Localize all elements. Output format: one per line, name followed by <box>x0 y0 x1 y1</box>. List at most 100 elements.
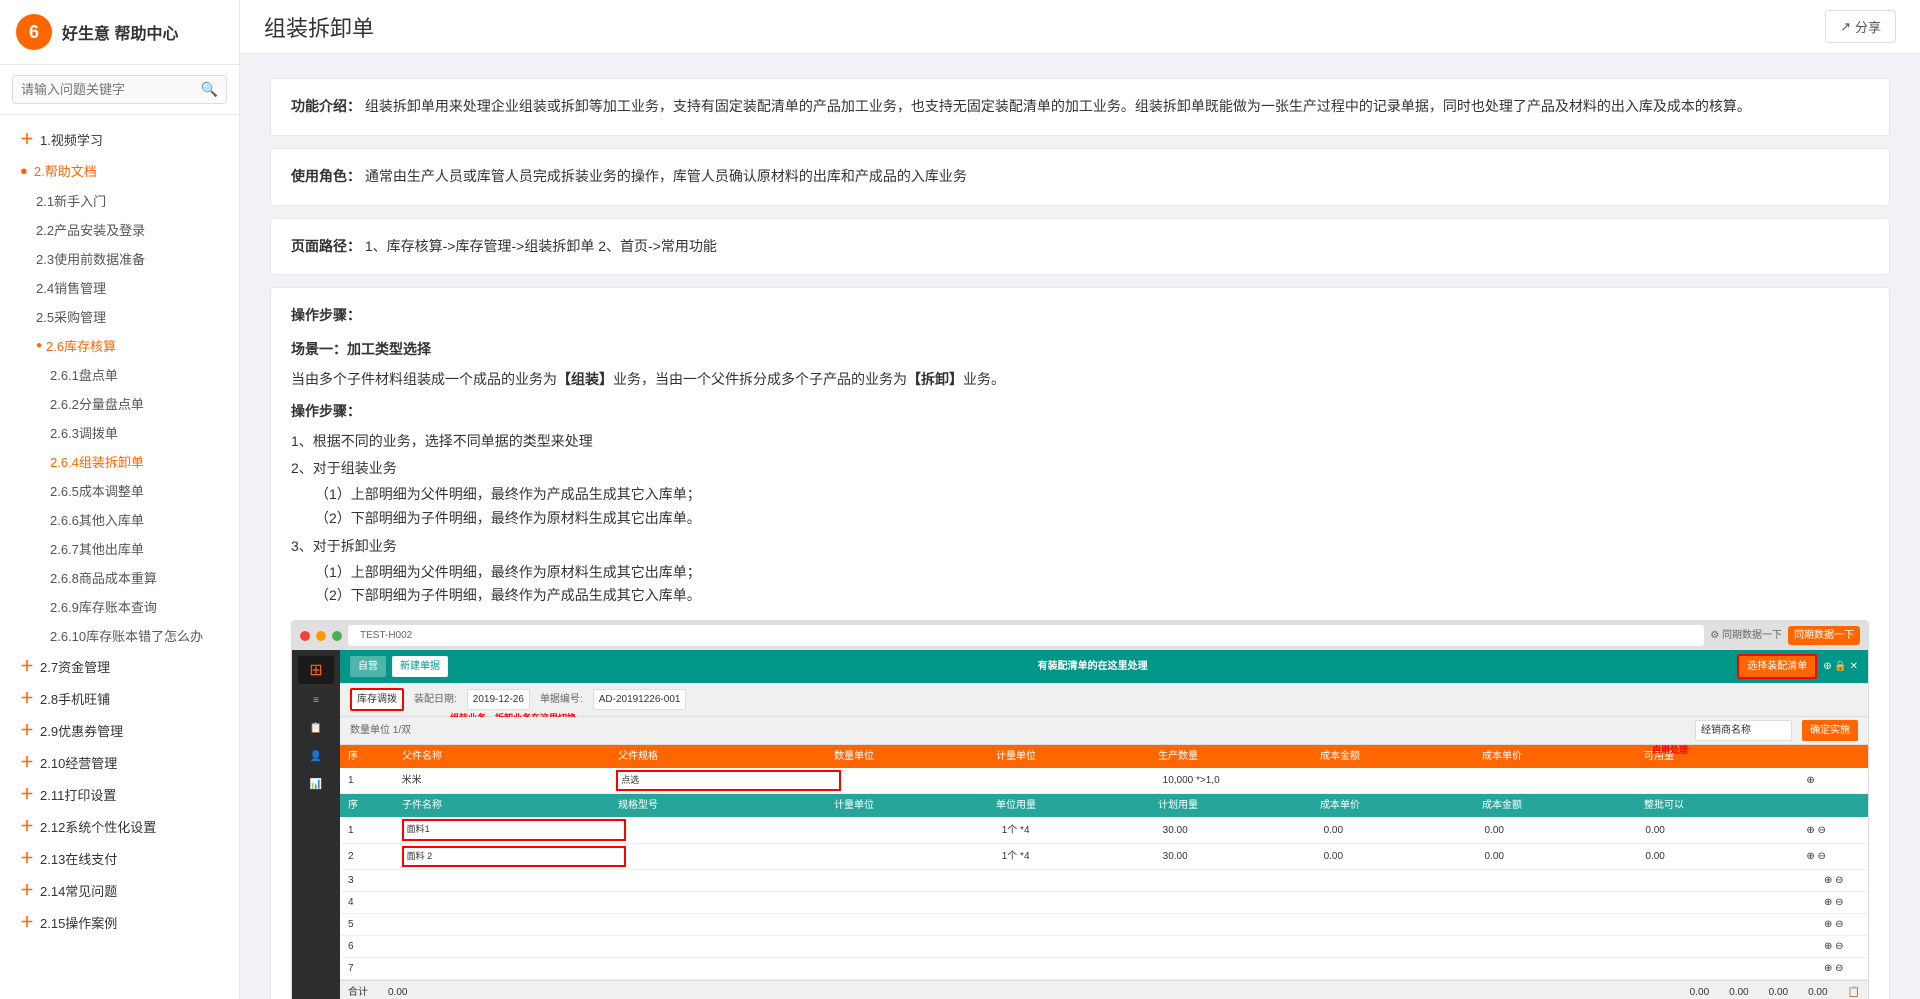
sidebar-item-transfer[interactable]: 2.6.3调拨单 <box>0 418 239 447</box>
sidebar-item-sales[interactable]: 2.4销售管理 <box>0 273 239 302</box>
ss-sync-btn[interactable]: 同期数据一下 <box>1788 626 1860 645</box>
step1: 1、根据不同的业务，选择不同单据的类型来处理 <box>291 430 1869 454</box>
step3: 3、对于拆卸业务 <box>291 535 1869 559</box>
sidebar-item-assembly[interactable]: 2.6.4组装拆卸单 <box>0 447 239 476</box>
role-label: 使用角色： <box>291 168 361 184</box>
sidebar-item-stock[interactable]: ● 2.6库存核算 <box>0 331 239 360</box>
logo-text: 好生意 帮助中心 <box>62 20 178 44</box>
expand-icon: ＋ <box>20 848 34 868</box>
sidebar-item-faq[interactable]: ＋ 2.14常见问题 <box>0 874 239 906</box>
sidebar-item-system[interactable]: ＋ 2.12系统个性化设置 <box>0 810 239 842</box>
sidebar-item-coupon[interactable]: ＋ 2.9优惠券管理 <box>0 714 239 746</box>
sidebar-item-label: 2.9优惠券管理 <box>40 721 123 740</box>
ss-annotation-processing: 启用处理 <box>1652 743 1688 758</box>
ss-nav-item3: 👤 <box>298 744 334 768</box>
sidebar-item-label: 2.14常见问题 <box>40 881 117 900</box>
page-title: 组装拆卸单 <box>264 11 374 43</box>
ss-table2-row6: 6 ⊕ ⊖ <box>340 936 1868 958</box>
path-label: 页面路径： <box>291 238 361 254</box>
sidebar-item-cost-recalc[interactable]: 2.6.8商品成本重算 <box>0 563 239 592</box>
sidebar-item-install[interactable]: 2.2产品安装及登录 <box>0 215 239 244</box>
sidebar-item-split-inventory[interactable]: 2.6.2分量盘点单 <box>0 389 239 418</box>
op-steps-label: 操作步骤： <box>291 400 1869 424</box>
sidebar-item-dataprep[interactable]: 2.3使用前数据准备 <box>0 244 239 273</box>
share-button[interactable]: ↗ 分享 <box>1825 10 1896 43</box>
sidebar-item-cost-adj[interactable]: 2.6.5成本调整单 <box>0 476 239 505</box>
ss-qty-label: 数量单位 1/双 <box>350 722 411 739</box>
expand-icon: ＋ <box>20 720 34 740</box>
ss-date-label: 装配日期: <box>414 691 457 708</box>
expand-icon: ＋ <box>20 880 34 900</box>
expand-icon: ＋ <box>20 816 34 836</box>
expand-icon: ＋ <box>20 752 34 772</box>
sidebar-item-label: 2.7资金管理 <box>40 657 110 676</box>
sidebar-item-label: 2.8手机旺铺 <box>40 689 110 708</box>
ss-nav-home: ⊞ <box>298 656 334 684</box>
dot-icon: ● <box>20 163 28 178</box>
scene1-title: 场景一：加工类型选择 <box>291 338 1869 362</box>
sidebar-item-print[interactable]: ＋ 2.11打印设置 <box>0 778 239 810</box>
ss-table2-row2: 2 面料 2 1个 *4 30.00 0.00 0.00 0.00 ⊕ ⊖ <box>340 844 1868 870</box>
ss-address: TEST-H002 <box>348 625 1704 646</box>
step3-2: （2）下部明细为子件明细，最终作为产成品生成其它入库单。 <box>315 584 1869 608</box>
scene1-desc: 当由多个子件材料组装成一个成品的业务为【组装】业务，当由一个父件拆分成多个子产品… <box>291 368 1869 392</box>
sidebar-item-label: 2.13在线支付 <box>40 849 117 868</box>
sidebar-item-cases[interactable]: ＋ 2.15操作案例 <box>0 906 239 938</box>
top-bar: 组装拆卸单 ↗ 分享 <box>240 0 1920 54</box>
ss-table2-header: 序 子件名称 规格型号 计量单位 单位用量 计划用量 成本单价 成本金额 整批可… <box>340 794 1868 817</box>
ss-type-select[interactable]: 库存调拨 <box>350 688 404 711</box>
sidebar-item-finance[interactable]: ＋ 2.7资金管理 <box>0 650 239 682</box>
search-box[interactable]: 🔍 <box>12 75 227 104</box>
step2-2: （2）下部明细为子件明细，最终作为原材料生成其它出库单。 <box>315 507 1869 531</box>
expand-icon: ＋ <box>20 912 34 932</box>
path-card: 页面路径： 1、库存核算->库存管理->组装拆卸单 2、首页->常用功能 <box>270 218 1890 276</box>
ss-tab-self: 自营 <box>350 656 386 677</box>
step2-1: （1）上部明细为父件明细，最终作为产成品生成其它入库单； <box>315 483 1869 507</box>
expand-icon: ＋ <box>20 129 34 149</box>
sidebar-item-management[interactable]: ＋ 2.10经营管理 <box>0 746 239 778</box>
ss-num-value: AD-20191226-001 <box>593 689 687 710</box>
sidebar: 6 好生意 帮助中心 🔍 ＋ 1.视频学习 ● 2.帮助文档 2.1新手入门 2… <box>0 0 240 999</box>
sidebar-item-video[interactable]: ＋ 1.视频学习 <box>0 123 239 155</box>
ss-table2-row1: 1 面料1 1个 *4 30.00 0.00 0.00 0.00 ⊕ ⊖ <box>340 817 1868 843</box>
role-text: 通常由生产人员或库管人员完成拆装业务的操作，库管人员确认原材料的出库和产成品的入… <box>365 168 967 184</box>
sidebar-item-other-in[interactable]: 2.6.6其他入库单 <box>0 505 239 534</box>
ss-footer: 合计 0.00 0.00 0.00 0.00 0.00 📋 <box>340 980 1868 999</box>
search-input[interactable] <box>21 82 201 97</box>
ss-nav-item2: 📋 <box>298 716 334 740</box>
step3-1: （1）上部明细为父件明细，最终作为原材料生成其它出库单； <box>315 561 1869 585</box>
intro-card: 功能介绍： 组装拆卸单用来处理企业组装或拆卸等加工业务，支持有固定装配清单的产品… <box>270 78 1890 136</box>
ss-table2-row7: 7 ⊕ ⊖ <box>340 958 1868 980</box>
ss-icons: ⊕ 🔒 ✕ <box>1823 658 1858 675</box>
sidebar-item-stock-ledger[interactable]: 2.6.9库存账本查询 <box>0 592 239 621</box>
sidebar-item-docs[interactable]: ● 2.帮助文档 <box>0 155 239 186</box>
sidebar-item-inventory[interactable]: 2.6.1盘点单 <box>0 360 239 389</box>
expand-icon: ＋ <box>20 784 34 804</box>
sidebar-item-other-out[interactable]: 2.6.7其他出库单 <box>0 534 239 563</box>
role-card: 使用角色： 通常由生产人员或库管人员完成拆装业务的操作，库管人员确认原材料的出库… <box>270 148 1890 206</box>
sidebar-item-payment[interactable]: ＋ 2.13在线支付 <box>0 842 239 874</box>
steps-title: 操作步骤： <box>291 304 1869 328</box>
search-icon[interactable]: 🔍 <box>201 81 218 98</box>
path-text: 1、库存核算->库存管理->组装拆卸单 2、首页->常用功能 <box>365 238 717 254</box>
sidebar-item-purchase[interactable]: 2.5采购管理 <box>0 302 239 331</box>
nav-tree: ＋ 1.视频学习 ● 2.帮助文档 2.1新手入门 2.2产品安装及登录 2.3… <box>0 115 239 999</box>
ss-warehouse-input[interactable]: 经销商名称 <box>1695 720 1792 741</box>
ss-assembly-btn[interactable]: 选择装配清单 <box>1737 654 1817 679</box>
share-icon: ↗ <box>1840 19 1851 35</box>
logo-icon: 6 <box>16 14 52 50</box>
sidebar-item-label: 2.15操作案例 <box>40 913 117 932</box>
sidebar-item-ledger-fix[interactable]: 2.6.10库存账本错了怎么办 <box>0 621 239 650</box>
sidebar-item-mobile[interactable]: ＋ 2.8手机旺铺 <box>0 682 239 714</box>
intro-text: 组装拆卸单用来处理企业组装或拆卸等加工业务，支持有固定装配清单的产品加工业务，也… <box>365 98 1751 114</box>
ss-confirm-btn[interactable]: 确定实施 <box>1802 720 1858 741</box>
intro-label: 功能介绍： <box>291 98 361 114</box>
ss-table2-row5: 5 ⊕ ⊖ <box>340 914 1868 936</box>
ss-table2-row3: 3 ⊕ ⊖ <box>340 870 1868 892</box>
search-area: 🔍 <box>0 65 239 115</box>
ss-table1-header: 序 父件名称 父件规格 数量单位 计量单位 生产数量 成本金额 成本单价 可用量 <box>340 745 1868 768</box>
dot-icon: ● <box>36 340 42 351</box>
sidebar-item-newbie[interactable]: 2.1新手入门 <box>0 186 239 215</box>
content-area: 功能介绍： 组装拆卸单用来处理企业组装或拆卸等加工业务，支持有固定装配清单的产品… <box>240 54 1920 999</box>
expand-icon: ＋ <box>20 688 34 708</box>
